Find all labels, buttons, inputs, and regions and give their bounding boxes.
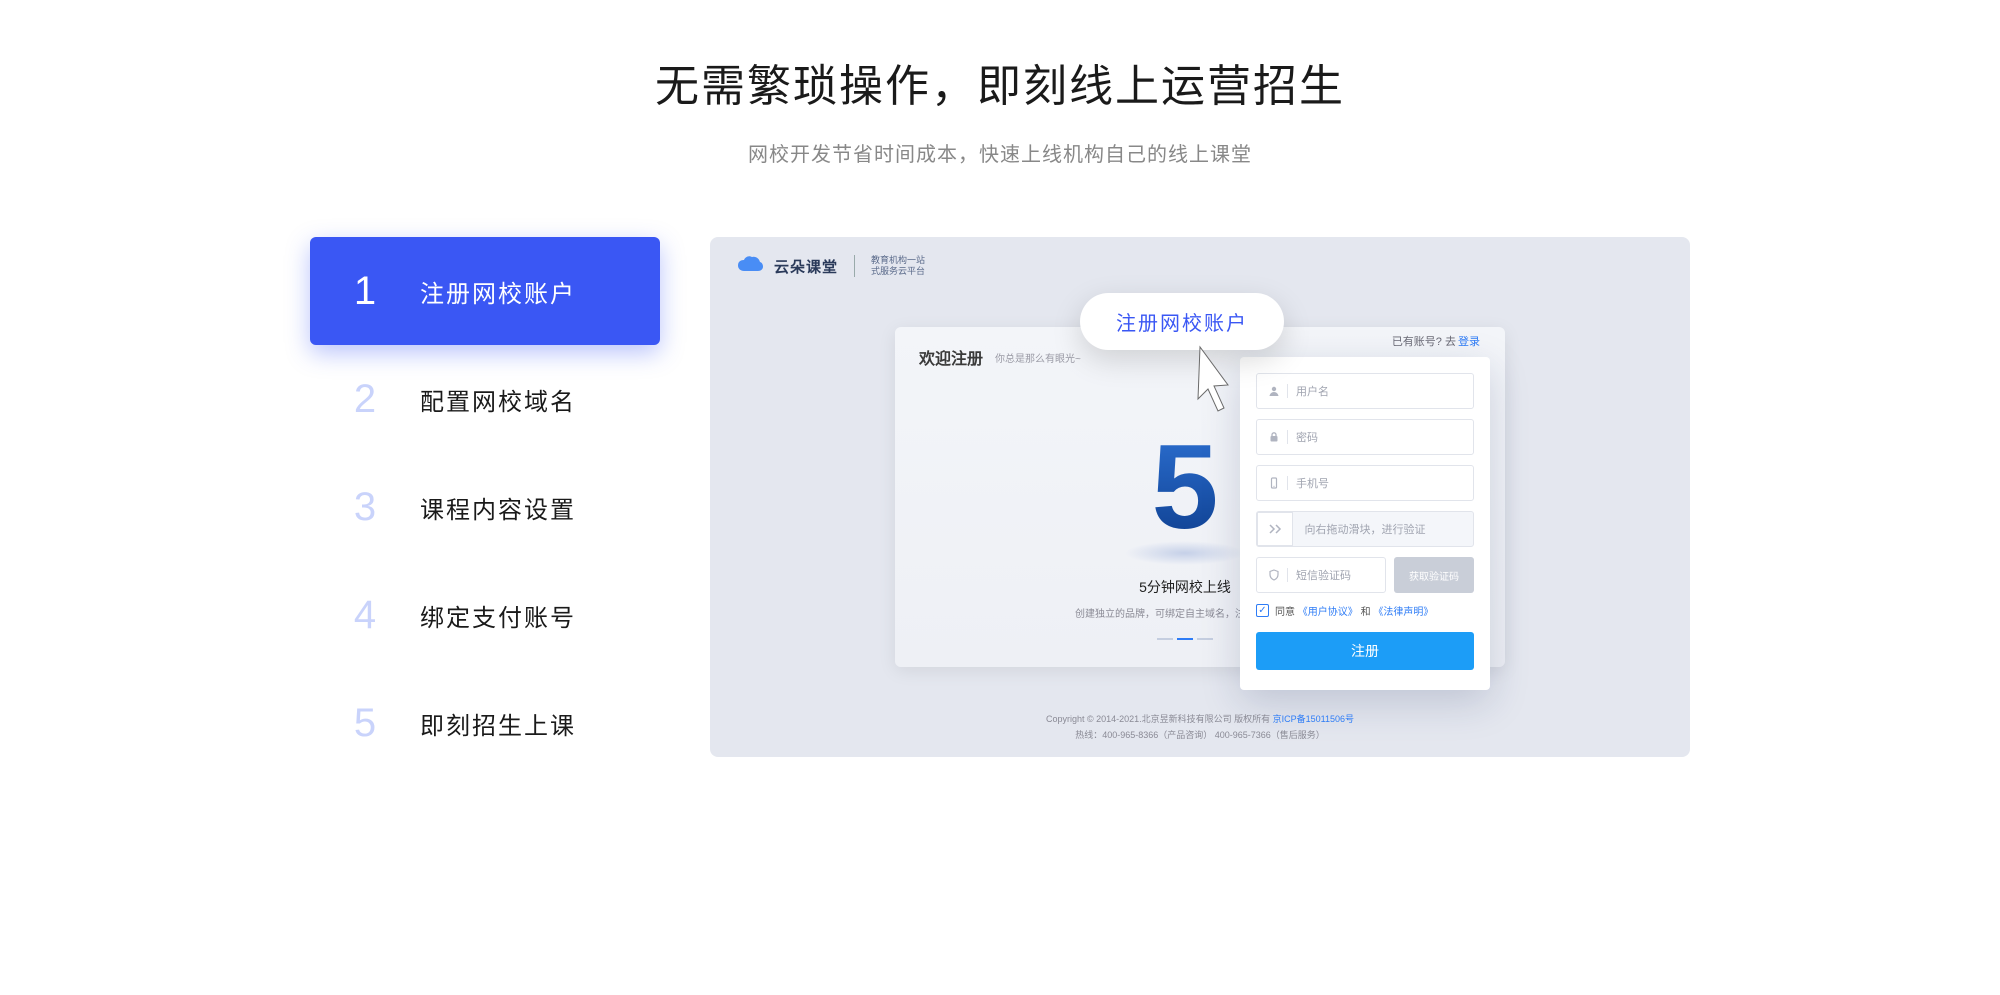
step-number: 5 [310, 701, 420, 746]
step-number: 2 [310, 377, 420, 422]
cloud-icon [736, 255, 764, 277]
step-4[interactable]: 4 绑定支付账号 [310, 561, 660, 669]
logo-text: 云朵课堂 [774, 256, 838, 277]
signup-panel: 用户名 密码 手机号 [1240, 357, 1490, 690]
slider-text: 向右拖动滑块，进行验证 [1305, 521, 1426, 537]
carousel-dots[interactable] [1157, 638, 1213, 640]
step-number: 4 [310, 593, 420, 638]
sms-code-field[interactable]: 短信验证码 [1256, 557, 1386, 593]
already-have-account: 已有账号? 去登录 [1392, 333, 1480, 349]
phone-field[interactable]: 手机号 [1256, 465, 1474, 501]
phone-icon [1267, 477, 1281, 489]
step-number: 1 [310, 269, 420, 314]
shield-icon [1267, 569, 1281, 581]
placeholder: 密码 [1296, 429, 1318, 445]
user-icon [1267, 385, 1281, 397]
page-subtitle: 网校开发节省时间成本，快速上线机构自己的线上课堂 [0, 138, 2000, 167]
get-code-button[interactable]: 获取验证码 [1394, 557, 1474, 593]
step-list: 1 注册网校账户 2 配置网校域名 3 课程内容设置 4 绑定支付账号 5 即刻… [310, 237, 660, 777]
step-3[interactable]: 3 课程内容设置 [310, 453, 660, 561]
legal-link[interactable]: 《法律声明》 [1373, 607, 1433, 618]
card-hint: 你总是那么有眼光~ [995, 350, 1081, 365]
placeholder: 用户名 [1296, 383, 1329, 399]
icp-link[interactable]: 京ICP备15011506号 [1273, 714, 1354, 724]
preview-screenshot: 云朵课堂 教育机构一站式服务云平台 欢迎注册 你总是那么有眼光~ 5 5分钟网校… [710, 237, 1690, 757]
user-agreement-link[interactable]: 《用户协议》 [1298, 607, 1358, 618]
agree-checkbox[interactable]: ✓ [1256, 604, 1269, 617]
promo-label: 5分钟网校上线 [1139, 577, 1231, 597]
page-title: 无需繁琐操作，即刻线上运营招生 [0, 50, 2000, 114]
agree-row: ✓ 同意 《用户协议》 和 《法律声明》 [1256, 603, 1474, 618]
step-label: 绑定支付账号 [420, 598, 576, 633]
step-number: 3 [310, 485, 420, 530]
login-link[interactable]: 登录 [1458, 336, 1480, 348]
logo-tagline: 教育机构一站式服务云平台 [871, 255, 925, 277]
step-1[interactable]: 1 注册网校账户 [310, 237, 660, 345]
placeholder: 手机号 [1296, 475, 1329, 491]
step-2[interactable]: 2 配置网校域名 [310, 345, 660, 453]
slider-handle-icon[interactable] [1257, 512, 1293, 546]
step-label: 课程内容设置 [420, 490, 576, 525]
placeholder: 短信验证码 [1296, 567, 1351, 583]
big-number-icon: 5 [1152, 427, 1219, 547]
slider-verify[interactable]: 向右拖动滑块，进行验证 [1256, 511, 1474, 547]
register-button[interactable]: 注册 [1256, 632, 1474, 670]
logo: 云朵课堂 教育机构一站式服务云平台 [736, 255, 925, 277]
divider [854, 255, 855, 277]
tooltip-pill: 注册网校账户 [1080, 293, 1284, 350]
step-label: 配置网校域名 [420, 382, 576, 417]
lock-icon [1267, 431, 1281, 443]
step-label: 注册网校账户 [420, 274, 576, 309]
step-5[interactable]: 5 即刻招生上课 [310, 669, 660, 777]
password-field[interactable]: 密码 [1256, 419, 1474, 455]
card-title: 欢迎注册 [919, 345, 983, 369]
username-field[interactable]: 用户名 [1256, 373, 1474, 409]
step-label: 即刻招生上课 [420, 706, 576, 741]
footer: Copyright © 2014-2021.北京昱新科技有限公司 版权所有 京I… [710, 711, 1690, 743]
